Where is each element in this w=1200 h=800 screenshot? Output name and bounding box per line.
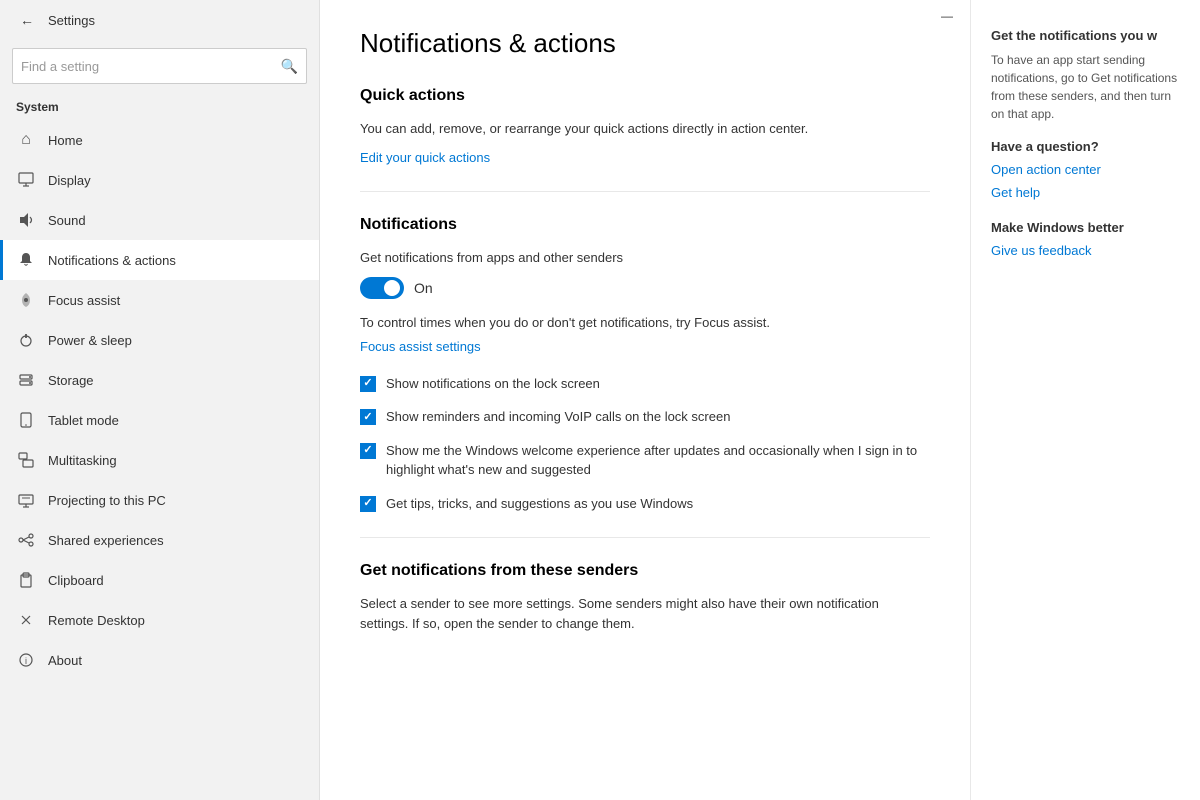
- notifications-toggle[interactable]: [360, 277, 404, 299]
- checkbox-tips-label: Get tips, tricks, and suggestions as you…: [386, 494, 693, 514]
- sidebar-item-label: About: [48, 653, 82, 668]
- notifications-icon: [16, 250, 36, 270]
- sidebar-item-label: Display: [48, 173, 91, 188]
- checkbox-tips[interactable]: ✓: [360, 496, 376, 512]
- sidebar-item-label: Sound: [48, 213, 86, 228]
- edit-quick-actions-link[interactable]: Edit your quick actions: [360, 150, 490, 165]
- sidebar-item-sound[interactable]: Sound: [0, 200, 319, 240]
- checkbox-row-welcome: ✓ Show me the Windows welcome experience…: [360, 441, 930, 480]
- sidebar-item-focus[interactable]: Focus assist: [0, 280, 319, 320]
- svg-text:i: i: [25, 656, 27, 666]
- sidebar-item-label: Tablet mode: [48, 413, 119, 428]
- sidebar-item-label: Storage: [48, 373, 94, 388]
- main-content: — Notifications & actions Quick actions …: [320, 0, 970, 800]
- checkbox-row-lockscreen: ✓ Show notifications on the lock screen: [360, 374, 930, 394]
- right-get-notif-title: Get the notifications you w: [991, 28, 1180, 43]
- sidebar-item-label: Remote Desktop: [48, 613, 145, 628]
- focus-icon: [16, 290, 36, 310]
- window-controls: —: [924, 0, 970, 32]
- sidebar-item-projecting[interactable]: Projecting to this PC: [0, 480, 319, 520]
- minimize-button[interactable]: —: [924, 0, 970, 32]
- power-icon: [16, 330, 36, 350]
- get-notifications-label: Get notifications from apps and other se…: [360, 248, 930, 268]
- give-feedback-link[interactable]: Give us feedback: [991, 243, 1180, 258]
- nav-list: ⌂ Home Display Sound Notifications & act…: [0, 120, 319, 800]
- quick-actions-section: Quick actions You can add, remove, or re…: [360, 87, 930, 167]
- sidebar-item-label: Notifications & actions: [48, 253, 176, 268]
- focus-assist-settings-link[interactable]: Focus assist settings: [360, 339, 930, 354]
- quick-actions-desc: You can add, remove, or rearrange your q…: [360, 119, 930, 139]
- divider-1: [360, 191, 930, 192]
- right-make-better-title: Make Windows better: [991, 220, 1180, 235]
- right-question: Have a question? Open action center Get …: [991, 139, 1180, 200]
- tablet-icon: [16, 410, 36, 430]
- sidebar-item-power[interactable]: Power & sleep: [0, 320, 319, 360]
- sidebar-item-display[interactable]: Display: [0, 160, 319, 200]
- right-get-notif-desc: To have an app start sending notificatio…: [991, 51, 1180, 123]
- multitasking-icon: [16, 450, 36, 470]
- sidebar-item-label: Focus assist: [48, 293, 120, 308]
- checkbox-row-tips: ✓ Get tips, tricks, and suggestions as y…: [360, 494, 930, 514]
- shared-icon: [16, 530, 36, 550]
- get-help-link[interactable]: Get help: [991, 185, 1180, 200]
- senders-section: Get notifications from these senders Sel…: [360, 562, 930, 633]
- toggle-knob: [384, 280, 400, 296]
- focus-note: To control times when you do or don't ge…: [360, 313, 930, 333]
- sidebar-item-notifications[interactable]: Notifications & actions: [0, 240, 319, 280]
- display-icon: [16, 170, 36, 190]
- right-get-notif: Get the notifications you w To have an a…: [991, 28, 1180, 123]
- checkbox-lockscreen[interactable]: ✓: [360, 376, 376, 392]
- quick-actions-heading: Quick actions: [360, 87, 930, 105]
- app-title: Settings: [48, 13, 95, 28]
- back-button[interactable]: ←: [12, 5, 42, 35]
- search-box[interactable]: 🔍: [12, 48, 307, 84]
- checkbox-voip[interactable]: ✓: [360, 409, 376, 425]
- sidebar: ← Settings 🔍 System ⌂ Home Display Sound: [0, 0, 320, 800]
- checkbox-welcome[interactable]: ✓: [360, 443, 376, 459]
- right-make-better: Make Windows better Give us feedback: [991, 220, 1180, 258]
- sidebar-item-clipboard[interactable]: Clipboard: [0, 560, 319, 600]
- sidebar-item-label: Home: [48, 133, 83, 148]
- open-action-center-link[interactable]: Open action center: [991, 162, 1180, 177]
- checkbox-welcome-label: Show me the Windows welcome experience a…: [386, 441, 930, 480]
- clipboard-icon: [16, 570, 36, 590]
- about-icon: i: [16, 650, 36, 670]
- checkbox-lockscreen-label: Show notifications on the lock screen: [386, 374, 600, 394]
- sidebar-item-tablet[interactable]: Tablet mode: [0, 400, 319, 440]
- right-panel: Get the notifications you w To have an a…: [970, 0, 1200, 800]
- right-question-title: Have a question?: [991, 139, 1180, 154]
- notifications-heading: Notifications: [360, 216, 930, 234]
- sidebar-item-about[interactable]: i About: [0, 640, 319, 680]
- sound-icon: [16, 210, 36, 230]
- sidebar-item-remote[interactable]: Remote Desktop: [0, 600, 319, 640]
- sidebar-item-label: Shared experiences: [48, 533, 164, 548]
- remote-icon: [16, 610, 36, 630]
- sidebar-item-label: Clipboard: [48, 573, 104, 588]
- search-icon: 🔍: [281, 58, 298, 75]
- checkbox-row-voip: ✓ Show reminders and incoming VoIP calls…: [360, 407, 930, 427]
- sidebar-item-label: Power & sleep: [48, 333, 132, 348]
- page-title: Notifications & actions: [360, 28, 930, 59]
- storage-icon: [16, 370, 36, 390]
- titlebar: ← Settings: [0, 0, 319, 40]
- system-section-label: System: [0, 92, 319, 120]
- sidebar-item-label: Multitasking: [48, 453, 117, 468]
- sidebar-item-home[interactable]: ⌂ Home: [0, 120, 319, 160]
- projecting-icon: [16, 490, 36, 510]
- sidebar-item-shared[interactable]: Shared experiences: [0, 520, 319, 560]
- checkbox-voip-label: Show reminders and incoming VoIP calls o…: [386, 407, 730, 427]
- divider-2: [360, 537, 930, 538]
- sidebar-item-multitasking[interactable]: Multitasking: [0, 440, 319, 480]
- senders-heading: Get notifications from these senders: [360, 562, 930, 580]
- notifications-section: Notifications Get notifications from app…: [360, 216, 930, 514]
- toggle-state-label: On: [414, 280, 433, 296]
- sidebar-item-label: Projecting to this PC: [48, 493, 166, 508]
- notifications-toggle-row: On: [360, 277, 930, 299]
- search-input[interactable]: [21, 59, 281, 74]
- senders-desc: Select a sender to see more settings. So…: [360, 594, 930, 633]
- sidebar-item-storage[interactable]: Storage: [0, 360, 319, 400]
- home-icon: ⌂: [16, 130, 36, 150]
